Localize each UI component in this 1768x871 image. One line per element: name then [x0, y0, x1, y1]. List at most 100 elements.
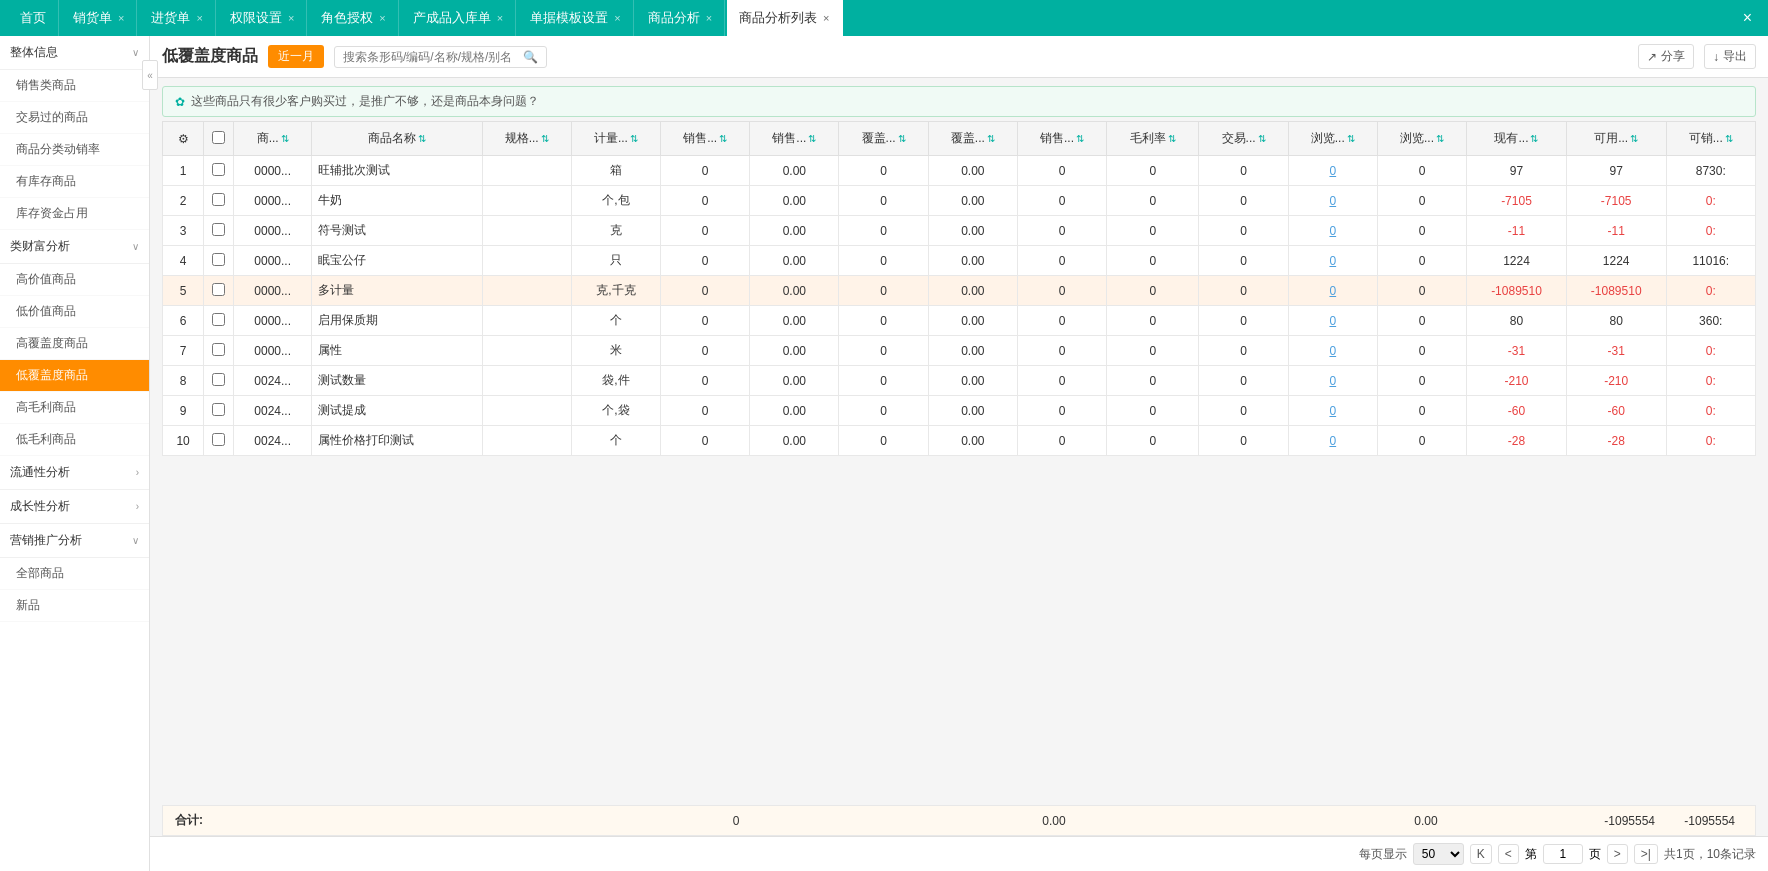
nav-close-icon[interactable]: ×	[497, 12, 503, 24]
row-select-checkbox[interactable]	[212, 343, 225, 356]
row-select-checkbox[interactable]	[212, 253, 225, 266]
table-footer: 合计: 0 0.00 0.00 -1095554 -1095554	[162, 805, 1756, 836]
row-select-checkbox[interactable]	[212, 403, 225, 416]
sidebar-section-growth[interactable]: 成长性分析 ›	[0, 490, 149, 524]
sidebar-item-all-goods[interactable]: 全部商品	[0, 558, 149, 590]
next-page-button[interactable]: >	[1607, 844, 1628, 864]
row-browse-a[interactable]: 0	[1288, 396, 1377, 426]
search-input[interactable]	[343, 50, 523, 64]
row-browse-a[interactable]: 0	[1288, 306, 1377, 336]
sort-icon: ⇅	[1530, 133, 1538, 144]
nav-close-icon[interactable]: ×	[614, 12, 620, 24]
page-size-select[interactable]: 50 10 20 100	[1413, 843, 1464, 865]
export-button[interactable]: ↓ 导出	[1704, 44, 1756, 69]
row-browse-a[interactable]: 0	[1288, 186, 1377, 216]
col-sales-amt[interactable]: 销售...⇅	[750, 122, 839, 156]
period-button[interactable]: 近一月	[268, 45, 324, 68]
nav-permission-settings[interactable]: 权限设置 ×	[218, 0, 307, 36]
sidebar-section-marketing[interactable]: 营销推广分析 ∨	[0, 524, 149, 558]
row-select-checkbox[interactable]	[212, 373, 225, 386]
nav-role-auth[interactable]: 角色授权 ×	[309, 0, 398, 36]
col-sales-c[interactable]: 销售...⇅	[1017, 122, 1106, 156]
sidebar-item-traded-goods[interactable]: 交易过的商品	[0, 102, 149, 134]
row-select-checkbox[interactable]	[212, 313, 225, 326]
col-available[interactable]: 可用...⇅	[1566, 122, 1666, 156]
sidebar-item-high-value[interactable]: 高价值商品	[0, 264, 149, 296]
col-cover-a[interactable]: 覆盖...⇅	[839, 122, 928, 156]
sidebar-item-high-margin[interactable]: 高毛利商品	[0, 392, 149, 424]
row-browse-a[interactable]: 0	[1288, 216, 1377, 246]
row-num: 1	[163, 156, 204, 186]
sidebar-item-stock-capital[interactable]: 库存资金占用	[0, 198, 149, 230]
sidebar-item-new-goods[interactable]: 新品	[0, 590, 149, 622]
col-name[interactable]: 商品名称⇅	[312, 122, 483, 156]
row-unit: 袋,件	[571, 366, 660, 396]
row-sellable: 0:	[1666, 426, 1755, 456]
nav-production-order[interactable]: 产成品入库单 ×	[401, 0, 516, 36]
row-name: 启用保质期	[312, 306, 483, 336]
page-number-input[interactable]	[1543, 844, 1583, 864]
nav-close-icon[interactable]: ×	[823, 12, 829, 24]
col-settings[interactable]: ⚙	[163, 122, 204, 156]
last-page-button[interactable]: >|	[1634, 844, 1658, 864]
nav-close-icon[interactable]: ×	[288, 12, 294, 24]
sidebar-section-circulation[interactable]: 流通性分析 ›	[0, 456, 149, 490]
row-trade: 0	[1199, 336, 1288, 366]
sidebar-section-wealth[interactable]: 类财富分析 ∨	[0, 230, 149, 264]
sidebar-item-low-value[interactable]: 低价值商品	[0, 296, 149, 328]
col-spec[interactable]: 规格...⇅	[482, 122, 571, 156]
sort-icon: ⇅	[541, 133, 549, 144]
col-unit[interactable]: 计量...⇅	[571, 122, 660, 156]
row-select-checkbox[interactable]	[212, 163, 225, 176]
nav-close-icon[interactable]: ×	[706, 12, 712, 24]
row-select-checkbox[interactable]	[212, 283, 225, 296]
row-browse-a[interactable]: 0	[1288, 426, 1377, 456]
nav-product-analysis-list[interactable]: 商品分析列表 ×	[727, 0, 842, 36]
sidebar-item-low-margin[interactable]: 低毛利商品	[0, 424, 149, 456]
row-select-checkbox[interactable]	[212, 193, 225, 206]
nav-purchase-order[interactable]: 进货单 ×	[139, 0, 215, 36]
sidebar-collapse-button[interactable]: «	[142, 60, 158, 90]
nav-close-icon[interactable]: ×	[196, 12, 202, 24]
col-trade[interactable]: 交易...⇅	[1199, 122, 1288, 156]
row-browse-a[interactable]: 0	[1288, 246, 1377, 276]
nav-close-icon[interactable]: ×	[118, 12, 124, 24]
col-code[interactable]: 商...⇅	[234, 122, 312, 156]
search-icon[interactable]: 🔍	[523, 50, 538, 64]
col-cover-b[interactable]: 覆盖...⇅	[928, 122, 1017, 156]
nav-product-analysis[interactable]: 商品分析 ×	[636, 0, 725, 36]
prev-page-button[interactable]: <	[1498, 844, 1519, 864]
nav-sales-order[interactable]: 销货单 ×	[61, 0, 137, 36]
row-unit: 个	[571, 306, 660, 336]
col-gross-rate[interactable]: 毛利率⇅	[1107, 122, 1199, 156]
col-browse-a[interactable]: 浏览...⇅	[1288, 122, 1377, 156]
sidebar-item-low-coverage[interactable]: 低覆盖度商品	[0, 360, 149, 392]
nav-home[interactable]: 首页	[8, 0, 59, 36]
col-browse-b[interactable]: 浏览...⇅	[1377, 122, 1466, 156]
sidebar-item-high-coverage[interactable]: 高覆盖度商品	[0, 328, 149, 360]
row-browse-b: 0	[1377, 396, 1466, 426]
row-select-checkbox[interactable]	[212, 433, 225, 446]
row-select-checkbox[interactable]	[212, 223, 225, 236]
row-browse-a[interactable]: 0	[1288, 366, 1377, 396]
window-close-button[interactable]: ×	[1735, 9, 1760, 27]
sort-icon: ⇅	[418, 133, 426, 144]
select-all-checkbox[interactable]	[212, 131, 225, 144]
col-sellable[interactable]: 可销...⇅	[1666, 122, 1755, 156]
first-page-button[interactable]: K	[1470, 844, 1492, 864]
nav-template-settings[interactable]: 单据模板设置 ×	[518, 0, 633, 36]
share-button[interactable]: ↗ 分享	[1638, 44, 1694, 69]
nav-close-icon[interactable]: ×	[379, 12, 385, 24]
sidebar-item-sales-goods[interactable]: 销售类商品	[0, 70, 149, 102]
row-checkbox	[204, 186, 234, 216]
sidebar-section-overall[interactable]: 整体信息 ∨	[0, 36, 149, 70]
col-sales-qty[interactable]: 销售...⇅	[661, 122, 750, 156]
sidebar-item-in-stock[interactable]: 有库存商品	[0, 166, 149, 198]
row-browse-b: 0	[1377, 366, 1466, 396]
row-browse-a[interactable]: 0	[1288, 156, 1377, 186]
row-browse-a[interactable]: 0	[1288, 336, 1377, 366]
row-unit: 个	[571, 426, 660, 456]
sidebar-item-category-sales-rate[interactable]: 商品分类动销率	[0, 134, 149, 166]
row-browse-a[interactable]: 0	[1288, 276, 1377, 306]
col-current[interactable]: 现有...⇅	[1467, 122, 1567, 156]
